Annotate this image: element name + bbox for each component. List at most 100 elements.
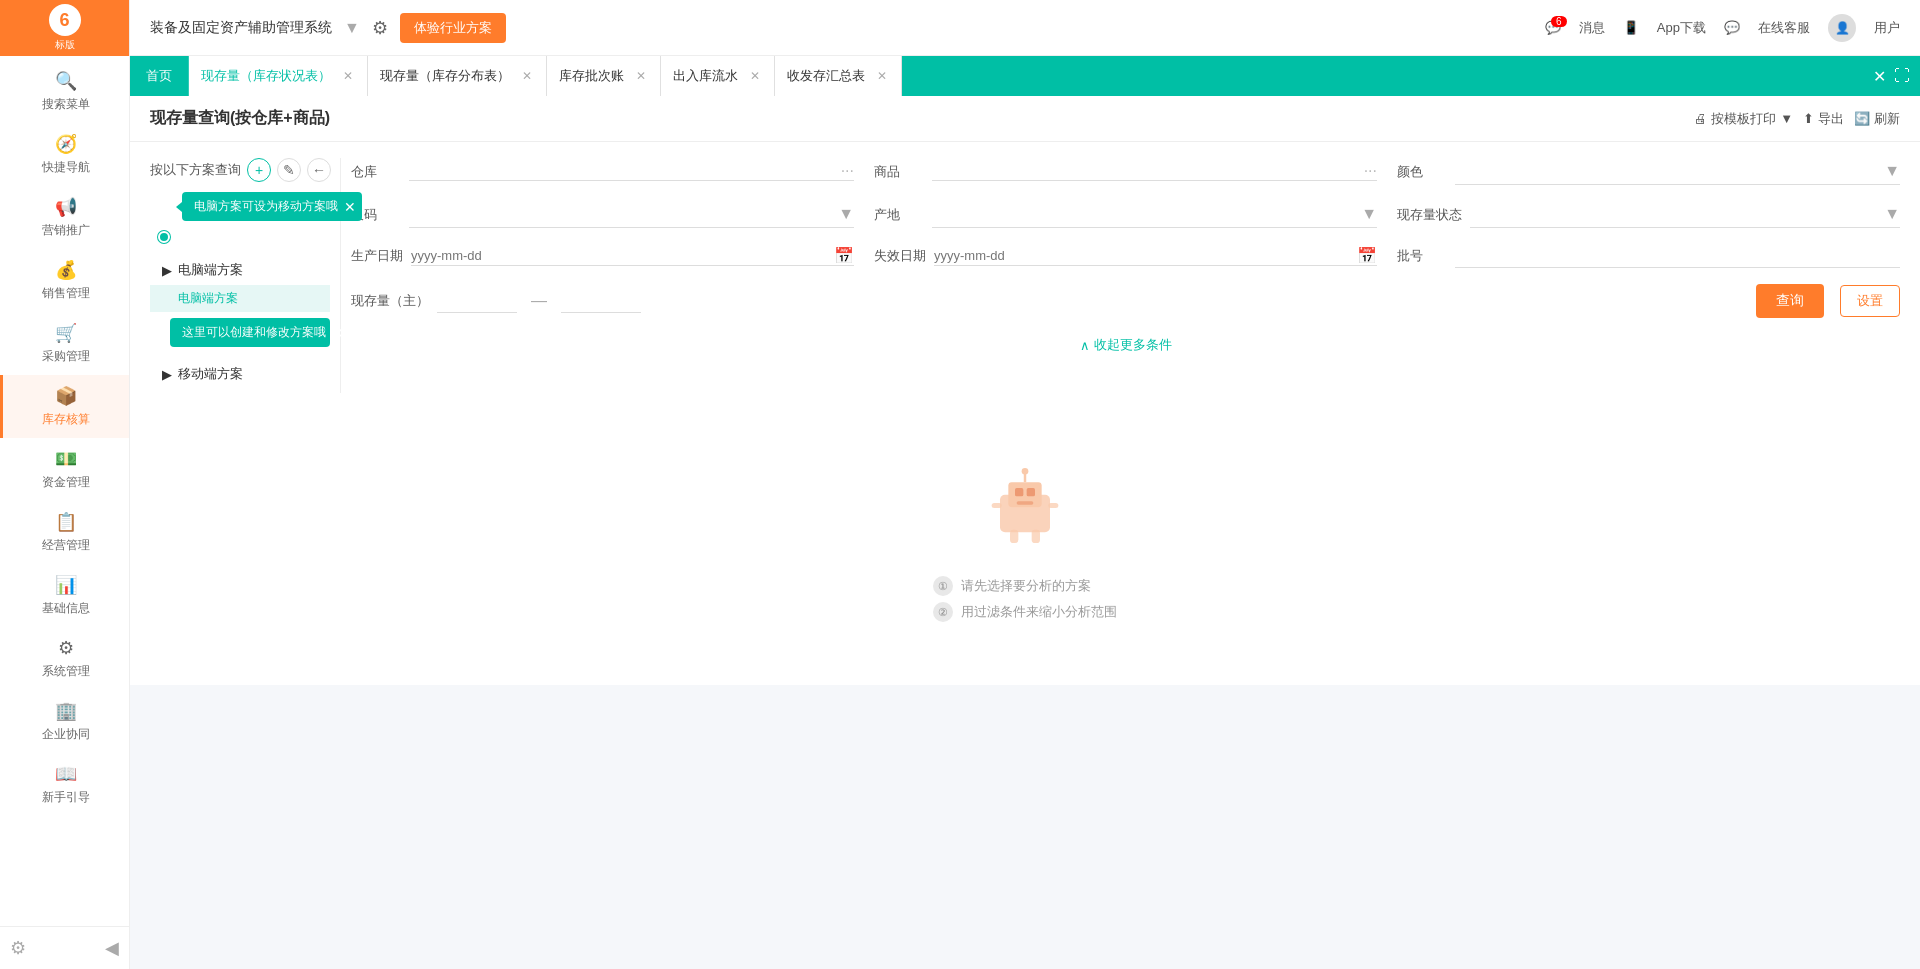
tab-label: 出入库流水: [673, 67, 738, 85]
print-label: 按模板打印: [1711, 110, 1776, 128]
origin-select[interactable]: ▼: [932, 201, 1377, 228]
size-select[interactable]: ▼: [409, 201, 854, 228]
production-date-calendar-icon[interactable]: 📅: [834, 246, 854, 265]
inventory-status-select[interactable]: ▼: [1470, 201, 1900, 228]
tab-inventory-dist[interactable]: 现存量（库存分布表） ✕: [368, 56, 547, 96]
add-scheme-icon[interactable]: +: [247, 158, 271, 182]
chevron-down-icon: ▶: [162, 263, 172, 278]
tab-home[interactable]: 首页: [130, 56, 189, 96]
message-icon-area[interactable]: 💬 6: [1545, 20, 1561, 35]
sidebar-item-guide[interactable]: 📖 新手引导: [0, 753, 129, 816]
mobile-scheme-title[interactable]: ▶ 移动端方案: [150, 359, 330, 389]
production-date-textinput[interactable]: [411, 248, 834, 263]
tab-close-icon[interactable]: ✕: [341, 69, 355, 83]
range-separator: —: [525, 292, 553, 310]
quick-nav-icon: 🧭: [55, 133, 77, 155]
tab-label: 收发存汇总表: [787, 67, 865, 85]
tab-inventory-status[interactable]: 现存量（库存状况表） ✕: [189, 56, 368, 96]
expiry-date-textinput[interactable]: [934, 248, 1357, 263]
tab-bar: 首页 现存量（库存状况表） ✕ 现存量（库存分布表） ✕ 库存批次账 ✕ 出入库…: [130, 56, 1920, 96]
product-field: 商品 ···: [874, 158, 1377, 185]
size-input[interactable]: [409, 207, 838, 222]
tab-close-icon[interactable]: ✕: [634, 69, 648, 83]
origin-input[interactable]: [932, 207, 1361, 222]
sidebar-item-purchase[interactable]: 🛒 采购管理: [0, 312, 129, 375]
header-settings-icon[interactable]: ⚙: [372, 17, 388, 39]
sidebar-item-label: 资金管理: [42, 474, 90, 491]
tab-receive-summary[interactable]: 收发存汇总表 ✕: [775, 56, 902, 96]
tab-batch-inventory[interactable]: 库存批次账 ✕: [547, 56, 661, 96]
expiry-date-input[interactable]: 📅: [934, 246, 1377, 266]
sidebar-item-label: 经营管理: [42, 537, 90, 554]
inventory-max-input[interactable]: [561, 289, 641, 313]
sidebar-bottom: ⚙ ◀: [0, 926, 129, 969]
maximize-icon[interactable]: ⛶: [1894, 67, 1910, 85]
warehouse-dots[interactable]: ···: [409, 162, 854, 180]
sidebar-item-marketing[interactable]: 📢 营销推广: [0, 186, 129, 249]
scheme-item-desktop[interactable]: 电脑端方案: [150, 285, 330, 312]
tab-label: 现存量（库存状况表）: [201, 67, 331, 85]
sidebar-item-quick-nav[interactable]: 🧭 快捷导航: [0, 123, 129, 186]
close-all-tabs-icon[interactable]: ✕: [1873, 67, 1886, 86]
sidebar-item-label: 采购管理: [42, 348, 90, 365]
warehouse-field: 仓库 ···: [351, 158, 854, 185]
sidebar-item-label: 系统管理: [42, 663, 90, 680]
inventory-min-input[interactable]: [437, 289, 517, 313]
product-dots[interactable]: ···: [932, 162, 1377, 180]
expiry-date-calendar-icon[interactable]: 📅: [1357, 246, 1377, 265]
sidebar-item-basic-info[interactable]: 📊 基础信息: [0, 564, 129, 627]
online-support-label[interactable]: 在线客服: [1758, 19, 1810, 37]
filter-row-4: 现存量（主） — 查询 设置: [351, 284, 1900, 318]
warehouse-select: ···: [409, 162, 854, 181]
app-download-label[interactable]: App下载: [1657, 19, 1706, 37]
collapse-sidebar-icon[interactable]: ◀: [105, 937, 119, 959]
print-button[interactable]: 🖨 按模板打印 ▼: [1694, 110, 1793, 128]
edit-scheme-icon[interactable]: ✎: [277, 158, 301, 182]
svg-rect-10: [1032, 530, 1040, 543]
sidebar-item-label: 基础信息: [42, 600, 90, 617]
settings-bottom-icon[interactable]: ⚙: [10, 937, 26, 959]
logo-icon: 6: [49, 4, 81, 36]
origin-label: 产地: [874, 206, 924, 224]
sidebar-item-enterprise[interactable]: 🏢 企业协同: [0, 690, 129, 753]
scheme-tooltip-close[interactable]: ✕: [344, 199, 356, 215]
refresh-button[interactable]: 🔄 刷新: [1854, 110, 1900, 128]
sidebar-item-system[interactable]: ⚙ 系统管理: [0, 627, 129, 690]
product-label: 商品: [874, 163, 924, 181]
inventory-status-input[interactable]: [1470, 207, 1884, 222]
export-button[interactable]: ⬆ 导出: [1803, 110, 1844, 128]
origin-field: 产地 ▼: [874, 201, 1377, 228]
desktop-scheme-title[interactable]: ▶ 电脑端方案: [150, 255, 330, 285]
scheme-edit-tooltip-close[interactable]: ✕: [332, 325, 344, 341]
export-icon: ⬆: [1803, 111, 1814, 126]
sidebar-item-operations[interactable]: 📋 经营管理: [0, 501, 129, 564]
user-label[interactable]: 用户: [1874, 19, 1900, 37]
sidebar-item-search-menu[interactable]: 🔍 搜索菜单: [0, 60, 129, 123]
tab-close-icon[interactable]: ✕: [520, 69, 534, 83]
expiry-date-field: 失效日期 📅: [874, 244, 1377, 268]
production-date-input[interactable]: 📅: [411, 246, 854, 266]
arrow-left-icon[interactable]: ←: [307, 158, 331, 182]
tab-close-icon[interactable]: ✕: [748, 69, 762, 83]
batch-input[interactable]: [1455, 244, 1900, 268]
color-input[interactable]: [1455, 164, 1884, 179]
color-select[interactable]: ▼: [1455, 158, 1900, 185]
sidebar-item-label: 营销推广: [42, 222, 90, 239]
tab-in-out-flow[interactable]: 出入库流水 ✕: [661, 56, 775, 96]
page-title: 现存量查询(按仓库+商品): [150, 108, 330, 129]
mobile-scheme-label: 移动端方案: [178, 365, 243, 383]
trial-button[interactable]: 体验行业方案: [400, 13, 506, 43]
tab-close-icon[interactable]: ✕: [875, 69, 889, 83]
scheme-tooltip-text: 电脑方案可设为移动方案哦: [194, 198, 338, 215]
avatar[interactable]: 👤: [1828, 14, 1856, 42]
sidebar-item-finance[interactable]: 💵 资金管理: [0, 438, 129, 501]
sidebar-item-sales[interactable]: 💰 销售管理: [0, 249, 129, 312]
search-button[interactable]: 查询: [1756, 284, 1824, 318]
svg-point-6: [1022, 468, 1029, 475]
sidebar-item-inventory[interactable]: 📦 库存核算: [0, 375, 129, 438]
filter-row-2: 尺码 ▼ 产地 ▼: [351, 201, 1900, 228]
message-label[interactable]: 消息: [1579, 19, 1605, 37]
purchase-icon: 🛒: [55, 322, 77, 344]
reset-button[interactable]: 设置: [1840, 285, 1900, 317]
collapse-button[interactable]: ∧ 收起更多条件: [351, 328, 1900, 362]
